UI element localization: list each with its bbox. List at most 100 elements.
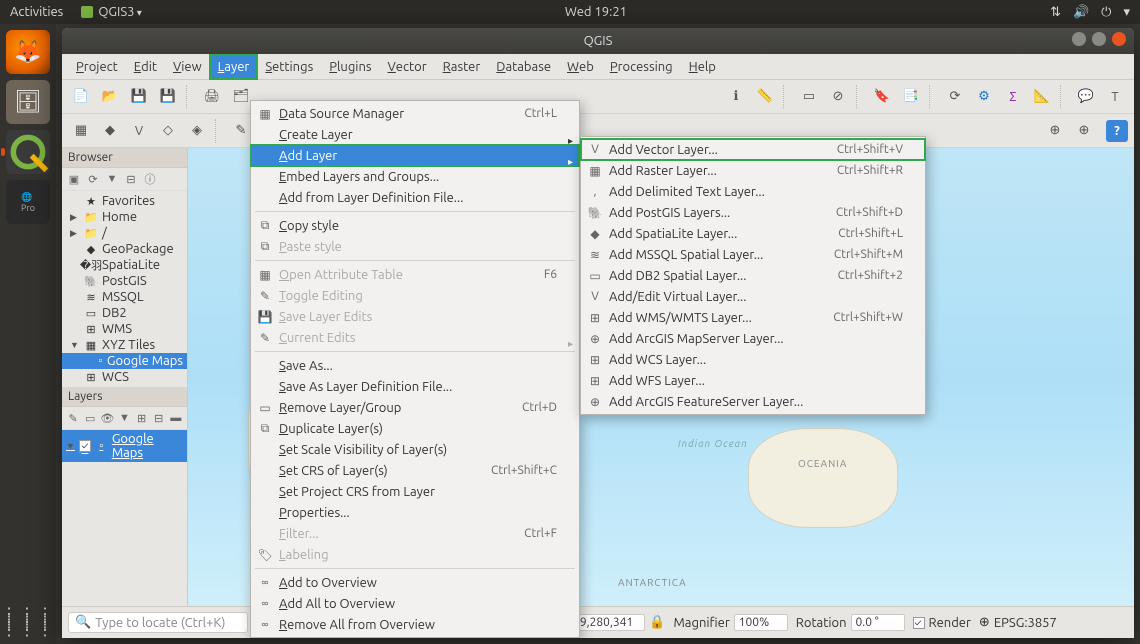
deselect-button[interactable]: ⊘: [825, 84, 851, 110]
menu-project[interactable]: Project: [68, 54, 126, 79]
app-menu[interactable]: QGIS3: [81, 5, 142, 19]
refresh-button[interactable]: ⟳: [942, 84, 968, 110]
help-button[interactable]: ?: [1106, 120, 1128, 142]
menu-item-embed-layers-and-groups-[interactable]: Embed Layers and Groups...: [251, 166, 579, 187]
browser-item-postgis[interactable]: 🐘PostGIS: [62, 273, 187, 289]
layers-collapse-icon[interactable]: ⊟: [152, 410, 166, 426]
sound-icon[interactable]: 🔊: [1073, 5, 1089, 20]
menu-processing[interactable]: Processing: [602, 54, 681, 79]
browser-item-wms[interactable]: ⊞WMS: [62, 321, 187, 337]
browser-item-geopackage[interactable]: ◆GeoPackage: [62, 241, 187, 257]
new-shapefile-button[interactable]: V: [126, 118, 152, 144]
activities-button[interactable]: Activities: [10, 5, 63, 19]
menu-item-copy-style[interactable]: ⧉Copy style: [251, 215, 579, 236]
clock[interactable]: Wed 19:21: [142, 5, 1050, 19]
submenu-item-add-arcgis-featureserver-layer-[interactable]: ⊕Add ArcGIS FeatureServer Layer...: [581, 391, 925, 412]
menu-web[interactable]: Web: [559, 54, 602, 79]
menu-item-set-crs-of-layer-s-[interactable]: Set CRS of Layer(s)Ctrl+Shift+C: [251, 460, 579, 481]
menu-item-duplicate-layer-s-[interactable]: ⧉Duplicate Layer(s): [251, 418, 579, 439]
layers-filter-icon[interactable]: ▼: [117, 410, 131, 426]
window-minimize[interactable]: [1072, 32, 1086, 46]
menu-database[interactable]: Database: [488, 54, 559, 79]
layers-tree[interactable]: ▼▫Google Maps: [62, 430, 187, 462]
browser-properties-icon[interactable]: ⓘ: [142, 171, 158, 187]
data-source-manager-button[interactable]: ▦: [68, 118, 94, 144]
submenu-item-add-wms-wmts-layer-[interactable]: ⊞Add WMS/WMTS Layer...Ctrl+Shift+W: [581, 307, 925, 328]
browser-item--[interactable]: ▶📁/: [62, 225, 187, 241]
menu-help[interactable]: Help: [681, 54, 724, 79]
browser-item-db2[interactable]: ▭DB2: [62, 305, 187, 321]
new-memory-layer-button[interactable]: ◈: [184, 118, 210, 144]
menu-plugins[interactable]: Plugins: [321, 54, 379, 79]
submenu-item-add-spatialite-layer-[interactable]: ◆Add SpatiaLite Layer...Ctrl+Shift+L: [581, 223, 925, 244]
menu-item-save-as-[interactable]: Save As...: [251, 355, 579, 376]
menu-item-add-layer[interactable]: Add Layer: [251, 145, 579, 166]
measure-button[interactable]: 📏: [752, 84, 778, 110]
power-icon[interactable]: ⏻: [1101, 5, 1111, 20]
launcher-qgis[interactable]: [6, 130, 50, 174]
save-project-button[interactable]: 💾: [126, 84, 152, 110]
layers-expand-icon[interactable]: ⊞: [135, 410, 149, 426]
processing-toolbox-button[interactable]: ⚙: [971, 84, 997, 110]
menu-vector[interactable]: Vector: [380, 54, 435, 79]
menu-raster[interactable]: Raster: [435, 54, 489, 79]
browser-item-google-maps[interactable]: ▫Google Maps: [62, 353, 187, 369]
map-tips-button[interactable]: 💬: [1073, 84, 1099, 110]
new-project-button[interactable]: 📄: [68, 84, 94, 110]
menu-item-add-from-layer-definition-file-[interactable]: Add from Layer Definition File...: [251, 187, 579, 208]
menu-edit[interactable]: Edit: [126, 54, 165, 79]
new-geopackage-button[interactable]: ◆: [97, 118, 123, 144]
browser-tree[interactable]: ★Favorites▶📁Home▶📁/◆GeoPackage�羽SpatiaLi…: [62, 191, 187, 387]
select-button[interactable]: ▭: [796, 84, 822, 110]
menu-item-create-layer[interactable]: Create Layer: [251, 124, 579, 145]
layer-item-google-maps[interactable]: ▼▫Google Maps: [62, 430, 187, 462]
new-spatialite-button[interactable]: ◇: [155, 118, 181, 144]
menu-view[interactable]: View: [165, 54, 210, 79]
menu-item-add-all-to-overview[interactable]: ∞Add All to Overview: [251, 593, 579, 614]
submenu-item-add-edit-virtual-layer-[interactable]: VAdd/Edit Virtual Layer...: [581, 286, 925, 307]
crs-label[interactable]: EPSG:3857: [994, 616, 1057, 630]
crs-icon[interactable]: ⊕: [979, 615, 990, 630]
browser-item-favorites[interactable]: ★Favorites: [62, 193, 187, 209]
submenu-item-add-mssql-spatial-layer-[interactable]: ≋Add MSSQL Spatial Layer...Ctrl+Shift+M: [581, 244, 925, 265]
system-menu-caret[interactable]: ▾: [1123, 5, 1130, 20]
submenu-item-add-vector-layer-[interactable]: VAdd Vector Layer...Ctrl+Shift+V: [581, 139, 925, 160]
submenu-item-add-arcgis-mapserver-layer-[interactable]: ⊕Add ArcGIS MapServer Layer...: [581, 328, 925, 349]
menu-item-save-as-layer-definition-file-[interactable]: Save As Layer Definition File...: [251, 376, 579, 397]
network-icon[interactable]: ⇅: [1050, 5, 1061, 20]
launcher-show-apps[interactable]: ⋮⋮⋮⋮⋮⋮⋮⋮⋮: [1, 610, 55, 634]
launcher-google-earth[interactable]: 🌐Pro: [6, 180, 50, 224]
save-project-as-button[interactable]: 💾: [155, 84, 181, 110]
submenu-item-add-delimited-text-layer-[interactable]: ,Add Delimited Text Layer...: [581, 181, 925, 202]
submenu-item-add-wcs-layer-[interactable]: ⊞Add WCS Layer...: [581, 349, 925, 370]
menu-item-remove-layer-group[interactable]: ▭Remove Layer/GroupCtrl+D: [251, 397, 579, 418]
render-checkbox[interactable]: [913, 617, 925, 629]
plugin-button-1[interactable]: ⊕: [1042, 118, 1068, 144]
layer-menu[interactable]: ▦Data Source ManagerCtrl+LCreate LayerAd…: [250, 100, 580, 638]
new-bookmark-button[interactable]: 🔖: [869, 84, 895, 110]
layers-add-group-icon[interactable]: ▭: [83, 410, 97, 426]
submenu-item-add-raster-layer-[interactable]: ▦Add Raster Layer...Ctrl+Shift+R: [581, 160, 925, 181]
menu-item-add-to-overview[interactable]: ∞Add to Overview: [251, 572, 579, 593]
menu-item-set-project-crs-from-layer[interactable]: Set Project CRS from Layer: [251, 481, 579, 502]
launcher-files[interactable]: 🗄: [6, 80, 50, 124]
scale-lock-icon[interactable]: 🔒: [649, 615, 665, 630]
statistics-button[interactable]: Σ: [1000, 84, 1026, 110]
menu-item-remove-all-from-overview[interactable]: ∞Remove All from Overview: [251, 614, 579, 635]
browser-collapse-icon[interactable]: ⊟: [123, 171, 139, 187]
launcher-firefox[interactable]: 🦊: [6, 30, 50, 74]
window-maximize[interactable]: [1092, 32, 1106, 46]
layers-remove-icon[interactable]: ▬: [169, 410, 183, 426]
browser-add-icon[interactable]: ▣: [66, 171, 82, 187]
magnifier-input[interactable]: 100%: [734, 614, 788, 631]
submenu-item-add-postgis-layers-[interactable]: 🐘Add PostGIS Layers...Ctrl+Shift+D: [581, 202, 925, 223]
browser-item-mssql[interactable]: ≋MSSQL: [62, 289, 187, 305]
browser-item-wcs[interactable]: ⊞WCS: [62, 369, 187, 385]
open-project-button[interactable]: 📂: [97, 84, 123, 110]
menu-item-data-source-manager[interactable]: ▦Data Source ManagerCtrl+L: [251, 103, 579, 124]
window-close[interactable]: [1112, 32, 1126, 46]
rotation-input[interactable]: 0.0 °: [851, 614, 905, 631]
layers-visibility-icon[interactable]: 👁: [100, 410, 114, 426]
print-layout-button[interactable]: 🖨: [199, 84, 225, 110]
identify-button[interactable]: ℹ: [723, 84, 749, 110]
